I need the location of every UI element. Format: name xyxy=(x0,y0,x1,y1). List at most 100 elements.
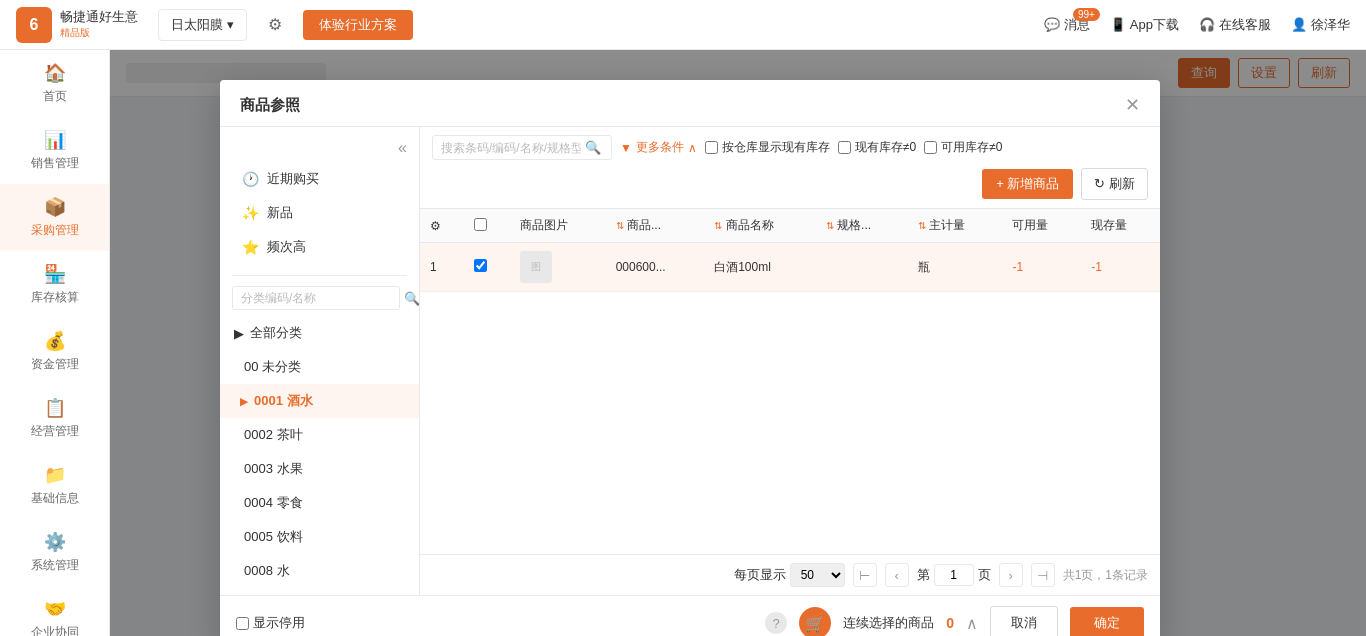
sidebar-item-inventory[interactable]: 🏪 库存核算 xyxy=(0,251,109,318)
cat-all[interactable]: ▶ 全部分类 xyxy=(220,316,419,350)
finance-icon: 💰 xyxy=(44,330,66,352)
basic-icon: 📁 xyxy=(44,464,66,486)
category-search: 🔍 xyxy=(220,280,419,316)
nav-dropdown[interactable]: 日太阳膜 ▾ xyxy=(158,9,247,41)
page-info: 共1页，1条记录 xyxy=(1063,567,1148,584)
layout: 🏠 首页 📊 销售管理 📦 采购管理 🏪 库存核算 💰 资金管理 📋 经营管理 … xyxy=(0,50,1366,636)
checkbox-inventory-nonzero[interactable]: 现有库存≠0 xyxy=(838,139,916,156)
nav-user[interactable]: 👤 徐泽华 xyxy=(1291,16,1350,34)
category-list: ▶ 全部分类 00 未分类 ▶ 0001 酒水 0002 茶叶 xyxy=(220,316,419,595)
help-icon[interactable]: ? xyxy=(765,612,787,634)
page-size-select[interactable]: 50 100 200 xyxy=(790,563,845,587)
cat-beverage[interactable]: 0005 饮料 xyxy=(220,520,419,554)
chevron-down-icon: ▾ xyxy=(227,17,234,32)
logo-sub: 精品版 xyxy=(60,26,138,40)
sidebar-item-finance[interactable]: 💰 资金管理 xyxy=(0,318,109,385)
cart-button[interactable]: 🛒 xyxy=(799,607,831,636)
user-icon: 👤 xyxy=(1291,17,1307,32)
col-spec[interactable]: ⇅ 规格... xyxy=(816,209,908,243)
nav-online-service[interactable]: 🎧 在线客服 xyxy=(1199,16,1271,34)
cancel-button[interactable]: 取消 xyxy=(990,606,1058,636)
confirm-button[interactable]: 确定 xyxy=(1070,607,1144,636)
cat-tea[interactable]: 0002 茶叶 xyxy=(220,418,419,452)
system-icon: ⚙️ xyxy=(44,531,66,553)
checkbox-inventory-input[interactable] xyxy=(705,141,718,154)
add-product-button[interactable]: + 新增商品 xyxy=(982,169,1073,199)
new-icon: ✨ xyxy=(242,205,259,221)
cat-alcohol[interactable]: ▶ 0001 酒水 xyxy=(220,384,419,418)
search-icon[interactable]: 🔍 xyxy=(585,140,601,155)
checkbox-available-nonzero-input[interactable] xyxy=(924,141,937,154)
prev-page-button[interactable]: ‹ xyxy=(885,563,909,587)
search-icon[interactable]: 🔍 xyxy=(404,291,420,306)
page-number-input[interactable] xyxy=(934,564,974,586)
modal-header: 商品参照 ✕ xyxy=(220,80,1160,127)
frequent-icon: ⭐ xyxy=(242,239,259,255)
sort-icon-unit: ⇅ xyxy=(918,220,926,231)
sidebar-item-enterprise[interactable]: 🤝 企业协同 xyxy=(0,586,109,636)
main-content: 查询 设置 刷新 商品参照 ✕ xyxy=(110,50,1366,636)
cell-check[interactable] xyxy=(464,243,510,292)
modal-title: 商品参照 xyxy=(240,96,300,115)
management-icon: 📋 xyxy=(44,397,66,419)
cat-snack[interactable]: 0004 零食 xyxy=(220,486,419,520)
sidebar-item-home[interactable]: 🏠 首页 xyxy=(0,50,109,117)
table-row[interactable]: 1 图 000600... 白酒100ml 瓶 -1 xyxy=(420,243,1160,292)
sidebar: 🏠 首页 📊 销售管理 📦 采购管理 🏪 库存核算 💰 资金管理 📋 经营管理 … xyxy=(0,50,110,636)
cell-available: -1 xyxy=(1002,243,1081,292)
top-nav: 6 畅捷通好生意 精品版 日太阳膜 ▾ ⚙ 体验行业方案 💬 消息 99+ 📱 … xyxy=(0,0,1366,50)
settings-icon[interactable]: ⚙ xyxy=(259,9,291,41)
row-checkbox[interactable] xyxy=(474,259,487,272)
filter-button[interactable]: ▼ 更多条件 ∧ xyxy=(620,139,697,156)
product-image: 图 xyxy=(520,251,552,283)
checkbox-show-inventory[interactable]: 按仓库显示现有库存 xyxy=(705,139,830,156)
logo-icon: 6 xyxy=(16,7,52,43)
product-search-input[interactable] xyxy=(441,141,581,155)
col-checkbox[interactable] xyxy=(464,209,510,243)
cart-collapse-button[interactable]: ∧ xyxy=(966,614,978,633)
last-page-button[interactable]: ⊣ xyxy=(1031,563,1055,587)
sort-icon-code: ⇅ xyxy=(616,220,624,231)
col-name[interactable]: ⇅ 商品名称 xyxy=(704,209,816,243)
modal-toolbar: 🔍 ▼ 更多条件 ∧ 按仓库显示现有库存 xyxy=(420,127,1160,209)
first-page-button[interactable]: ⊢ xyxy=(853,563,877,587)
cell-code: 000600... xyxy=(606,243,705,292)
col-code[interactable]: ⇅ 商品... xyxy=(606,209,705,243)
modal-right-panel: 🔍 ▼ 更多条件 ∧ 按仓库显示现有库存 xyxy=(420,127,1160,595)
show-disabled-input[interactable] xyxy=(236,617,249,630)
select-all-checkbox[interactable] xyxy=(474,218,487,231)
quick-tab-frequent[interactable]: ⭐ 频次高 xyxy=(232,231,407,263)
refresh-button[interactable]: ↻ 刷新 xyxy=(1081,168,1148,200)
sidebar-item-management[interactable]: 📋 经营管理 xyxy=(0,385,109,452)
checkbox-available-nonzero[interactable]: 可用库存≠0 xyxy=(924,139,1002,156)
logo-area: 6 畅捷通好生意 精品版 xyxy=(16,7,138,43)
modal-close-button[interactable]: ✕ xyxy=(1125,94,1140,116)
cat-uncategorized[interactable]: 00 未分类 xyxy=(220,350,419,384)
experience-button[interactable]: 体验行业方案 xyxy=(303,10,413,40)
cat-appliance[interactable]: 0010 家电 xyxy=(220,588,419,595)
nav-messages[interactable]: 💬 消息 99+ xyxy=(1044,16,1090,34)
sidebar-item-sales[interactable]: 📊 销售管理 xyxy=(0,117,109,184)
checkbox-inventory-nonzero-input[interactable] xyxy=(838,141,851,154)
next-page-button[interactable]: › xyxy=(999,563,1023,587)
purchase-icon: 📦 xyxy=(44,196,66,218)
quick-tab-new[interactable]: ✨ 新品 xyxy=(232,197,407,229)
nav-app-download[interactable]: 📱 App下载 xyxy=(1110,16,1179,34)
recent-icon: 🕐 xyxy=(242,171,259,187)
cat-water[interactable]: 0008 水 xyxy=(220,554,419,588)
quick-tab-recent[interactable]: 🕐 近期购买 xyxy=(232,163,407,195)
cat-fruit[interactable]: 0003 水果 xyxy=(220,452,419,486)
sidebar-item-purchase[interactable]: 📦 采购管理 xyxy=(0,184,109,251)
nav-right: 💬 消息 99+ 📱 App下载 🎧 在线客服 👤 徐泽华 xyxy=(1044,16,1350,34)
sidebar-item-system[interactable]: ⚙️ 系统管理 xyxy=(0,519,109,586)
col-settings[interactable]: ⚙ xyxy=(420,209,464,243)
category-search-input[interactable] xyxy=(232,286,400,310)
cell-name: 白酒100ml xyxy=(704,243,816,292)
headset-icon: 🎧 xyxy=(1199,17,1215,32)
product-table-wrap: ⚙ 商品图片 ⇅ 商品... ⇅ 商品名称 xyxy=(420,209,1160,554)
cell-spec xyxy=(816,243,908,292)
col-unit[interactable]: ⇅ 主计量 xyxy=(908,209,1003,243)
show-disabled-checkbox[interactable]: 显示停用 xyxy=(236,614,305,632)
sidebar-item-basic[interactable]: 📁 基础信息 xyxy=(0,452,109,519)
collapse-button[interactable]: « xyxy=(398,139,407,157)
